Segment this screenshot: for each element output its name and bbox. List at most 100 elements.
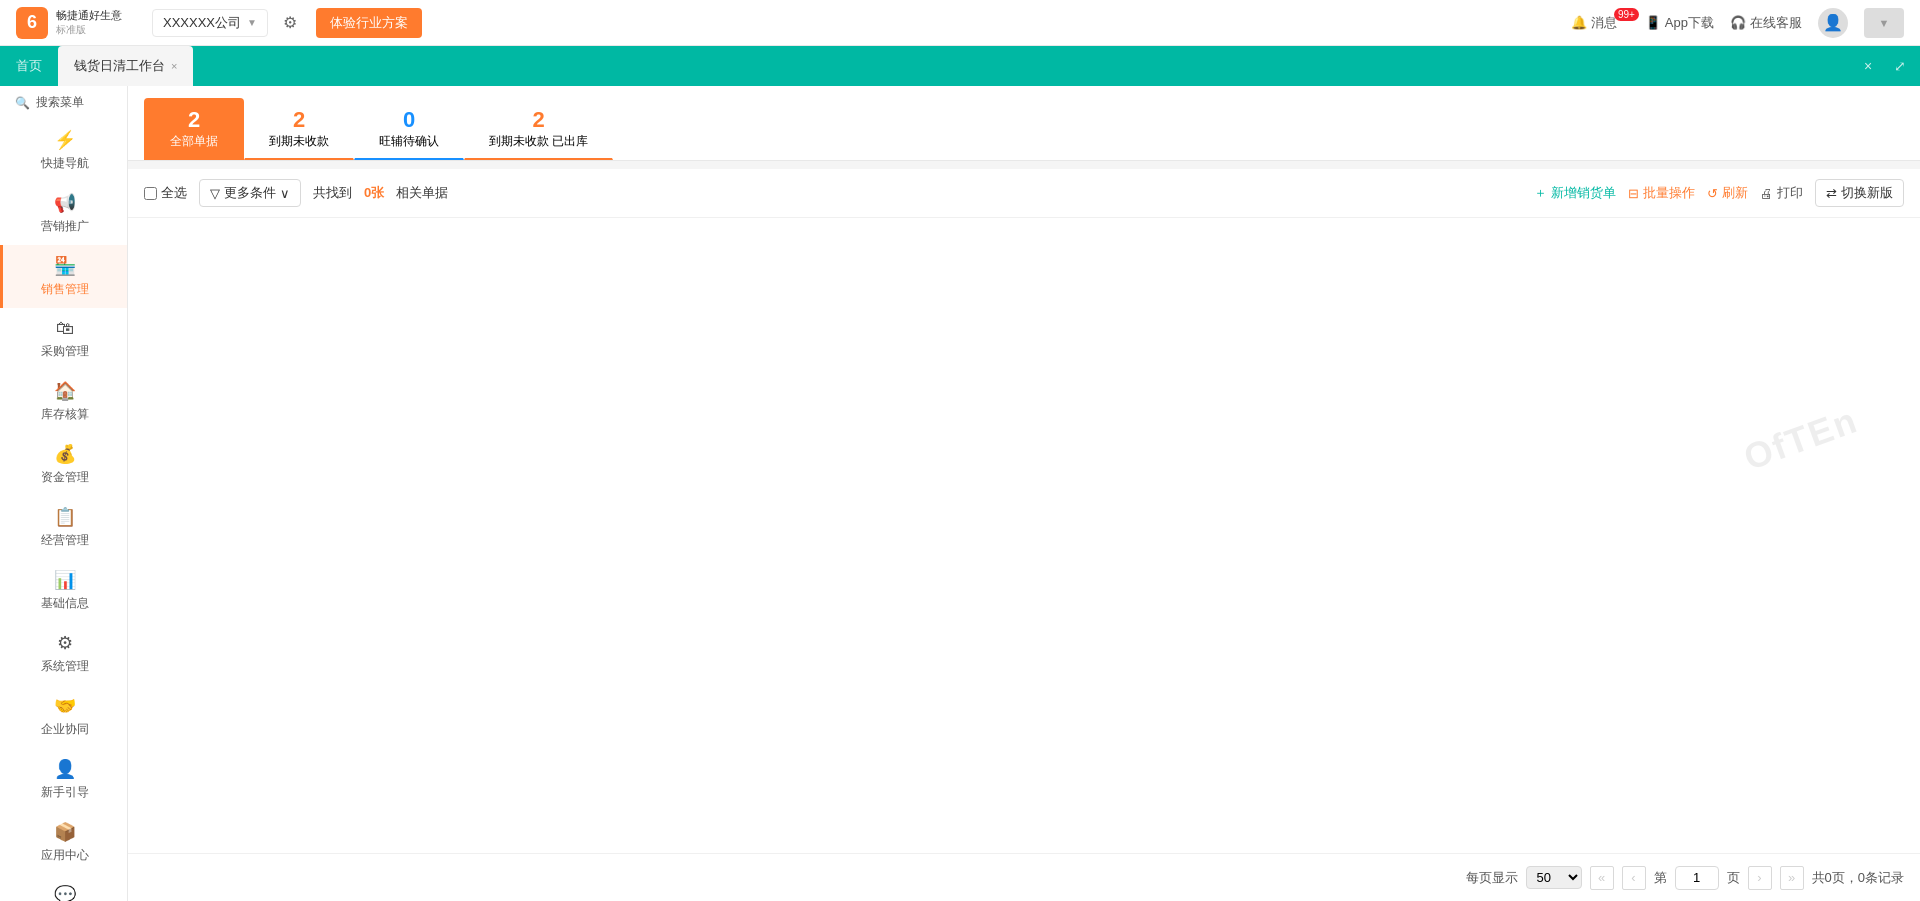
sidebar-item-purchase[interactable]: 🛍 采购管理 [0, 308, 127, 370]
table-area: OfTEn [128, 218, 1920, 853]
settings-button[interactable]: ⚙ [276, 9, 304, 37]
switch-version-button[interactable]: ⇄ 切换新版 [1815, 179, 1904, 207]
sidebar-item-app-center[interactable]: 📦 应用中心 [0, 811, 127, 874]
search-icon: 🔍 [15, 96, 30, 110]
headset-icon: 🎧 [1730, 15, 1746, 30]
online-service-label: 在线客服 [1750, 14, 1802, 32]
summary-tab-all[interactable]: 2 全部单据 [144, 98, 244, 160]
sidebar-label-app-center: 应用中心 [41, 847, 89, 864]
summary-label-overdue-out: 到期未收款 已出库 [489, 133, 588, 150]
sidebar: 🔍 搜索菜单 ⚡ 快捷导航 📢 营销推广 🏪 销售管理 🛍 采购管理 🏠 库存核… [0, 86, 128, 901]
sidebar-item-enterprise[interactable]: 🤝 企业协同 [0, 685, 127, 748]
sidebar-item-basic-info[interactable]: 📊 基础信息 [0, 559, 127, 622]
more-conditions-label: 更多条件 [224, 184, 276, 202]
sidebar-item-weixin[interactable]: 💬 企业微信 [0, 874, 127, 901]
refresh-button[interactable]: ↺ 刷新 [1707, 184, 1748, 202]
print-icon: 🖨 [1760, 186, 1773, 201]
refresh-icon: ↺ [1707, 186, 1718, 201]
app-download-button[interactable]: 📱 App下载 [1645, 14, 1714, 32]
select-all-checkbox[interactable]: 全选 [144, 184, 187, 202]
tab-workbench[interactable]: 钱货日清工作台 × [58, 46, 193, 86]
user-avatar[interactable]: 👤 [1818, 8, 1848, 38]
tab-close-button[interactable]: × [1856, 54, 1880, 78]
switch-version-label: 切换新版 [1841, 184, 1893, 202]
page-first-button[interactable]: « [1590, 866, 1614, 890]
summary-count-pending: 0 [403, 107, 415, 133]
header-right: 🔔 消息 99+ 📱 App下载 🎧 在线客服 👤 ▼ [1571, 8, 1904, 38]
sidebar-label-finance: 资金管理 [41, 469, 89, 486]
messages-label: 消息 [1591, 14, 1617, 32]
sidebar-label-inventory: 库存核算 [41, 406, 89, 423]
per-page-label: 每页显示 [1466, 869, 1518, 887]
app-download-label: App下载 [1665, 14, 1714, 32]
summary-count-overdue: 2 [293, 107, 305, 133]
top-header: 6 畅捷通好生意 标准版 XXXXXX公司 ▼ ⚙ 体验行业方案 🔔 消息 99… [0, 0, 1920, 46]
page-next-button[interactable]: › [1748, 866, 1772, 890]
per-page-select[interactable]: 10 20 50 100 [1526, 866, 1582, 889]
tab-home-label: 首页 [16, 57, 42, 75]
sidebar-item-operations[interactable]: 📋 经营管理 [0, 496, 127, 559]
summary-tab-overdue[interactable]: 2 到期未收款 [244, 98, 354, 160]
page-number-input[interactable]: 1 [1675, 866, 1719, 890]
clipboard-icon: 📋 [54, 506, 76, 528]
sidebar-item-inventory[interactable]: 🏠 库存核算 [0, 370, 127, 433]
filter-bar: 全选 ▽ 更多条件 ∨ 共找到 0张 相关单据 ＋ 新增销货单 ⊟ 批量操作 [128, 169, 1920, 218]
print-button[interactable]: 🖨 打印 [1760, 184, 1803, 202]
user-name-area[interactable]: ▼ [1864, 8, 1904, 38]
online-service-button[interactable]: 🎧 在线客服 [1730, 14, 1802, 32]
sidebar-label-newbie: 新手引导 [41, 784, 89, 801]
messages-button[interactable]: 🔔 消息 99+ [1571, 14, 1629, 32]
sidebar-search[interactable]: 🔍 搜索菜单 [0, 86, 127, 119]
tab-home[interactable]: 首页 [0, 46, 58, 86]
sidebar-item-marketing[interactable]: 📢 营销推广 [0, 182, 127, 245]
messages-badge: 99+ [1614, 8, 1639, 21]
sidebar-search-label: 搜索菜单 [36, 94, 84, 111]
more-conditions-button[interactable]: ▽ 更多条件 ∨ [199, 179, 301, 207]
company-selector[interactable]: XXXXXX公司 ▼ [152, 9, 268, 37]
lightning-icon: ⚡ [54, 129, 76, 151]
filter-icon: ▽ [210, 186, 220, 201]
page-prev-button[interactable]: ‹ [1622, 866, 1646, 890]
handshake-icon: 🤝 [54, 695, 76, 717]
sidebar-item-quick-nav[interactable]: ⚡ 快捷导航 [0, 119, 127, 182]
user-icon: 👤 [1823, 13, 1843, 32]
batch-ops-button[interactable]: ⊟ 批量操作 [1628, 184, 1695, 202]
batch-icon: ⊟ [1628, 186, 1639, 201]
tab-bar: 首页 钱货日清工作台 × × ⤢ [0, 46, 1920, 86]
print-label: 打印 [1777, 184, 1803, 202]
sidebar-item-sales[interactable]: 🏪 销售管理 [0, 245, 127, 308]
bell-icon: 🔔 [1571, 15, 1587, 30]
summary-label-all: 全部单据 [170, 133, 218, 150]
sidebar-item-system[interactable]: ⚙ 系统管理 [0, 622, 127, 685]
refresh-label: 刷新 [1722, 184, 1748, 202]
download-icon: 📱 [1645, 15, 1661, 30]
summary-label-overdue: 到期未收款 [269, 133, 329, 150]
sidebar-item-finance[interactable]: 💰 资金管理 [0, 433, 127, 496]
tab-expand-button[interactable]: ⤢ [1888, 54, 1912, 78]
total-info: 共0页，0条记录 [1812, 869, 1904, 887]
new-sales-label: 新增销货单 [1551, 184, 1616, 202]
sidebar-label-operations: 经营管理 [41, 532, 89, 549]
summary-tab-pending[interactable]: 0 旺辅待确认 [354, 98, 464, 160]
new-sales-button[interactable]: ＋ 新增销货单 [1534, 184, 1616, 202]
sidebar-label-sales: 销售管理 [41, 281, 89, 298]
sidebar-label-marketing: 营销推广 [41, 218, 89, 235]
cog-icon: ⚙ [57, 632, 73, 654]
select-all-input[interactable] [144, 187, 157, 200]
plus-icon: ＋ [1534, 184, 1547, 202]
page-last-button[interactable]: » [1780, 866, 1804, 890]
summary-tab-overdue-out[interactable]: 2 到期未收款 已出库 [464, 98, 613, 160]
summary-label-pending: 旺辅待确认 [379, 133, 439, 150]
select-all-label: 全选 [161, 184, 187, 202]
megaphone-icon: 📢 [54, 192, 76, 214]
company-dropdown-arrow: ▼ [247, 17, 257, 28]
batch-ops-label: 批量操作 [1643, 184, 1695, 202]
bag-icon: 🛍 [56, 318, 74, 339]
sidebar-item-newbie[interactable]: 👤 新手引导 [0, 748, 127, 811]
switch-icon: ⇄ [1826, 186, 1837, 201]
pagination-bar: 每页显示 10 20 50 100 « ‹ 第 1 页 › » 共0页，0条记录 [128, 853, 1920, 901]
trial-button[interactable]: 体验行业方案 [316, 8, 422, 38]
tab-close-icon[interactable]: × [171, 60, 177, 72]
app-edition: 标准版 [56, 23, 122, 37]
filter-right-actions: ＋ 新增销货单 ⊟ 批量操作 ↺ 刷新 🖨 打印 ⇄ 切换新版 [1534, 179, 1904, 207]
